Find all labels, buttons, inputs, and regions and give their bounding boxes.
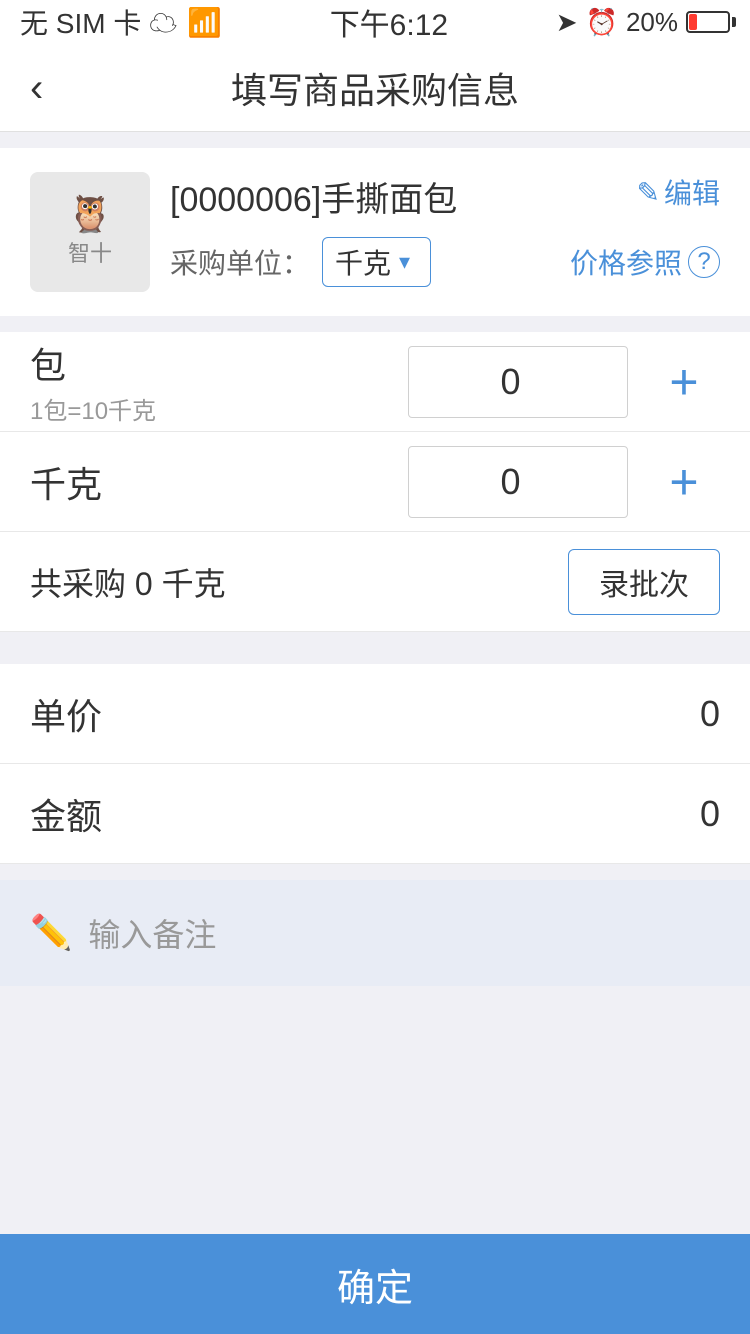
battery-percent: 20% [626, 7, 678, 38]
kg-input-row: 千克 + [0, 432, 750, 532]
unit-label: 采购单位： [170, 242, 310, 282]
bag-sublabel: 1包=10千克 [30, 391, 156, 426]
price-ref-label: 价格参照 [570, 242, 682, 282]
kg-field-wrap: + [150, 446, 720, 518]
summary-quantity: 0 [135, 566, 162, 602]
product-info: [0000006]手撕面包 ✎ 编辑 采购单位： 千克 ▾ 价格参照 ? [170, 172, 720, 287]
note-placeholder: 输入备注 [88, 910, 216, 956]
unit-price-label: 单价 [30, 688, 102, 740]
unit-price-value: 0 [700, 693, 720, 735]
bag-quantity-input[interactable] [408, 346, 628, 418]
product-logo-icon: 🦉 [68, 196, 113, 232]
product-section: 🦉 智十 [0000006]手撕面包 ✎ 编辑 采购单位： 千克 ▾ 价格参照 … [0, 148, 750, 316]
back-button[interactable]: ‹ [30, 68, 43, 108]
bag-label: 包 [30, 337, 156, 389]
summary-prefix: 共采购 [30, 566, 126, 602]
bag-label-wrap: 包 1包=10千克 [30, 337, 156, 426]
price-section: 单价 0 金额 0 [0, 664, 750, 864]
kg-plus-button[interactable]: + [648, 446, 720, 518]
amount-label: 金额 [30, 788, 102, 840]
alarm-icon: ⏰ [586, 7, 618, 38]
amount-row: 金额 0 [0, 764, 750, 864]
nav-bar: ‹ 填写商品采购信息 [0, 44, 750, 132]
wifi-icon: 📶 [187, 6, 222, 39]
kg-label-wrap: 千克 [30, 456, 150, 508]
amount-value: 0 [700, 793, 720, 835]
unit-price-row: 单价 0 [0, 664, 750, 764]
edit-icon: ✎ [637, 176, 660, 209]
unit-select[interactable]: 千克 ▾ [322, 237, 431, 287]
divider-2 [0, 632, 750, 648]
summary-text: 共采购 0 千克 [30, 559, 226, 605]
product-unit-row: 采购单位： 千克 ▾ 价格参照 ? [170, 237, 720, 287]
page-title: 填写商品采购信息 [231, 62, 519, 114]
note-section[interactable]: ✏️ 输入备注 [0, 880, 750, 986]
status-left: 无 SIM 卡 ☁ 📶 [20, 2, 222, 42]
input-section: 包 1包=10千克 + 千克 + 共采购 0 千克 录批次 [0, 332, 750, 632]
product-name: [0000006]手撕面包 [170, 172, 637, 221]
status-bar: 无 SIM 卡 ☁ 📶 下午6:12 ➤ ⏰ 20% [0, 0, 750, 44]
unit-select-value: 千克 [335, 242, 391, 282]
divider-1 [0, 316, 750, 332]
pencil-icon: ✏️ [30, 913, 72, 953]
kg-label: 千克 [30, 456, 150, 508]
product-image: 🦉 智十 [30, 172, 150, 292]
price-ref-help-icon[interactable]: ? [688, 246, 720, 278]
confirm-button[interactable]: 确定 [0, 1234, 750, 1334]
status-time: 下午6:12 [330, 0, 448, 44]
status-right: ➤ ⏰ 20% [556, 7, 730, 38]
batch-button[interactable]: 录批次 [568, 549, 720, 615]
price-ref-button[interactable]: 价格参照 ? [570, 242, 720, 282]
bag-field-wrap: + [156, 346, 720, 418]
sim-status: 无 SIM 卡 ☁ [20, 2, 177, 42]
battery-icon [686, 11, 730, 33]
bottom-area [0, 986, 750, 1186]
summary-unit: 千克 [162, 566, 226, 602]
location-icon: ➤ [556, 7, 578, 38]
edit-button[interactable]: ✎ 编辑 [637, 172, 720, 212]
product-logo-text: 智十 [68, 236, 112, 268]
bag-plus-button[interactable]: + [648, 346, 720, 418]
unit-dropdown-icon: ▾ [399, 249, 410, 275]
bag-input-row: 包 1包=10千克 + [0, 332, 750, 432]
confirm-button-label: 确定 [337, 1257, 413, 1312]
kg-quantity-input[interactable] [408, 446, 628, 518]
product-header: [0000006]手撕面包 ✎ 编辑 [170, 172, 720, 221]
summary-row: 共采购 0 千克 录批次 [0, 532, 750, 632]
